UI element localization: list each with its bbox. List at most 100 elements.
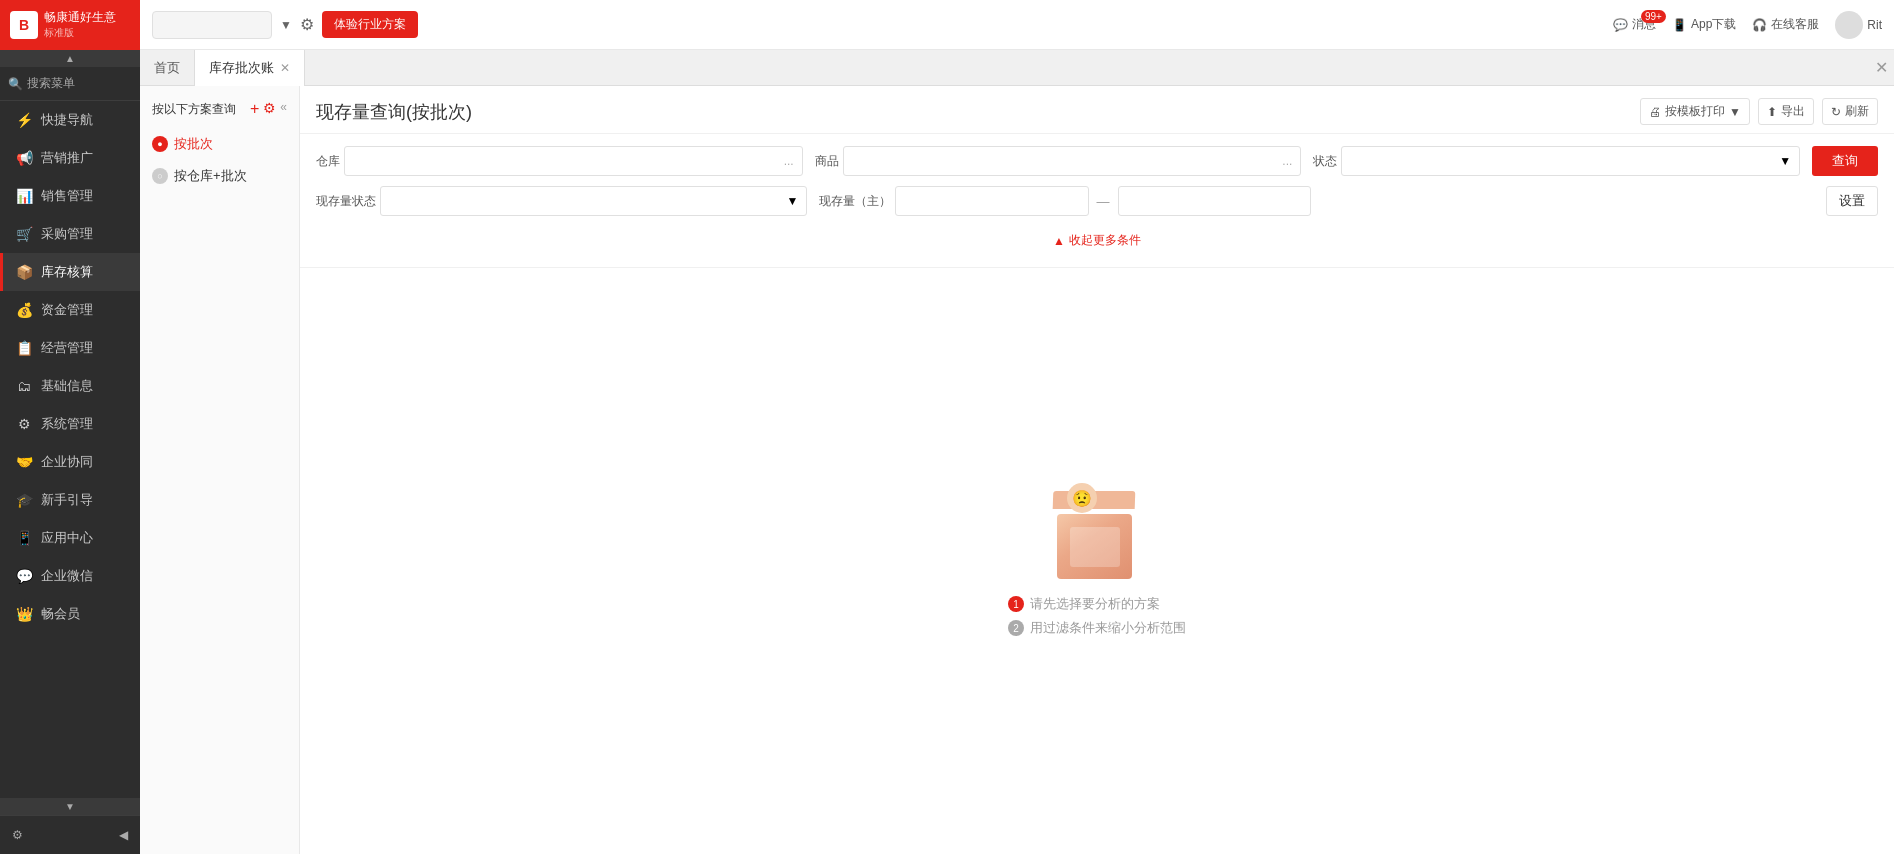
hint-text-2: 用过滤条件来缩小分析范围 xyxy=(1030,619,1186,637)
system-icon: ⚙ xyxy=(15,415,33,433)
sidebar-item-members[interactable]: 👑 畅会员 xyxy=(0,595,140,633)
inventory-status-arrow-icon: ▼ xyxy=(786,194,798,208)
sidebar-item-label: 快捷导航 xyxy=(41,111,93,129)
sidebar-item-guide[interactable]: 🎓 新手引导 xyxy=(0,481,140,519)
export-icon: ⬆ xyxy=(1767,105,1777,119)
tab-close-icon[interactable]: ✕ xyxy=(280,61,290,75)
members-icon: 👑 xyxy=(15,605,33,623)
sidebar-item-apps[interactable]: 📱 应用中心 xyxy=(0,519,140,557)
scheme-by-warehouse-batch[interactable]: ○ 按仓库+批次 xyxy=(140,160,299,192)
status-arrow-icon: ▼ xyxy=(1779,154,1791,168)
filter-status: 状态 ▼ xyxy=(1313,146,1800,176)
topbar-settings-icon[interactable]: ⚙ xyxy=(300,15,314,34)
sidebar-item-label: 营销推广 xyxy=(41,149,93,167)
enterprise-icon: 🤝 xyxy=(15,453,33,471)
hint-text-1: 请先选择要分析的方案 xyxy=(1030,595,1160,613)
sidebar-header: B 畅康通好生意 标准版 xyxy=(0,0,140,50)
messages-item[interactable]: 💬 消息 99+ xyxy=(1613,16,1656,33)
marketing-icon: 📢 xyxy=(15,149,33,167)
app-download-item[interactable]: 📱 App下载 xyxy=(1672,16,1736,33)
sidebar-item-label: 畅会员 xyxy=(41,605,80,623)
filter-row-2: 现存量状态 ▼ 现存量（主） — 设置 xyxy=(316,186,1878,216)
settings-btn[interactable]: 设置 xyxy=(1826,186,1878,216)
inventory-qty-max-input[interactable] xyxy=(1118,186,1311,216)
query-btn[interactable]: 查询 xyxy=(1812,146,1878,176)
sidebar-collapse-btn[interactable]: ◀ xyxy=(115,824,132,846)
qty-dash: — xyxy=(1097,194,1110,209)
inventory-qty-min-input[interactable] xyxy=(895,186,1088,216)
sidebar-item-shortcut[interactable]: ⚡ 快捷导航 xyxy=(0,101,140,139)
sidebar-item-label: 企业协同 xyxy=(41,453,93,471)
warehouse-dots-icon: ... xyxy=(784,154,794,168)
sidebar-item-label: 库存核算 xyxy=(41,263,93,281)
finance-icon: 💰 xyxy=(15,301,33,319)
business-icon: 📋 xyxy=(15,339,33,357)
right-panel: 现存量查询(按批次) 🖨 按模板打印 ▼ ⬆ 导出 ↻ 刷新 xyxy=(300,86,1894,854)
sales-icon: 📊 xyxy=(15,187,33,205)
collapse-conditions-label: 收起更多条件 xyxy=(1069,232,1141,249)
sidebar-search[interactable]: 🔍 搜索菜单 xyxy=(0,67,140,101)
scheme-by-warehouse-batch-label: 按仓库+批次 xyxy=(174,167,247,185)
status-select[interactable]: ▼ xyxy=(1341,146,1800,176)
sidebar-item-marketing[interactable]: 📢 营销推广 xyxy=(0,139,140,177)
export-label: 导出 xyxy=(1781,103,1805,120)
tab-inventory-batch[interactable]: 库存批次账 ✕ xyxy=(195,50,305,86)
scheme-actions: + ⚙ « xyxy=(250,100,287,118)
try-industry-btn[interactable]: 体验行业方案 xyxy=(322,11,418,38)
topbar-dropdown-icon[interactable]: ▼ xyxy=(280,18,292,32)
refresh-btn[interactable]: ↻ 刷新 xyxy=(1822,98,1878,125)
scheme-by-batch[interactable]: ● 按批次 xyxy=(140,128,299,160)
hint-num-2: 2 xyxy=(1008,620,1024,636)
sidebar-item-label: 资金管理 xyxy=(41,301,93,319)
sidebar-item-enterprise[interactable]: 🤝 企业协同 xyxy=(0,443,140,481)
page-actions: 🖨 按模板打印 ▼ ⬆ 导出 ↻ 刷新 xyxy=(1640,98,1878,125)
sidebar-item-system[interactable]: ⚙ 系统管理 xyxy=(0,405,140,443)
collapse-panel-btn[interactable]: « xyxy=(280,100,287,118)
warehouse-input[interactable]: ... xyxy=(344,146,803,176)
tab-home[interactable]: 首页 xyxy=(140,50,195,86)
warehouse-label: 仓库 xyxy=(316,153,340,170)
service-icon: 🎧 xyxy=(1752,18,1767,32)
add-scheme-btn[interactable]: + xyxy=(250,100,259,118)
sidebar-item-label: 系统管理 xyxy=(41,415,93,433)
sidebar-scroll-down[interactable]: ▼ xyxy=(0,798,140,815)
empty-state: 😟 1 请先选择要分析的方案 2 用过滤条件来缩小分析范围 xyxy=(300,268,1894,854)
scheme-inactive-icon: ○ xyxy=(152,168,168,184)
sidebar-footer: ⚙ ◀ xyxy=(0,815,140,854)
user-avatar-item[interactable]: Rit xyxy=(1835,11,1882,39)
export-btn[interactable]: ⬆ 导出 xyxy=(1758,98,1814,125)
sidebar-item-wechat[interactable]: 💬 企业微信 xyxy=(0,557,140,595)
tabs-bar: 首页 库存批次账 ✕ ✕ xyxy=(140,50,1894,86)
sidebar-item-label: 基础信息 xyxy=(41,377,93,395)
sidebar-item-basic[interactable]: 🗂 基础信息 xyxy=(0,367,140,405)
sidebar-scroll-up[interactable]: ▲ xyxy=(0,50,140,67)
print-dropdown-icon: ▼ xyxy=(1729,105,1741,119)
sidebar-item-business[interactable]: 📋 经营管理 xyxy=(0,329,140,367)
sidebar-item-purchase[interactable]: 🛒 采购管理 xyxy=(0,215,140,253)
product-input[interactable]: ... xyxy=(843,146,1302,176)
empty-box-body xyxy=(1057,514,1132,579)
filter-inventory-qty: 现存量（主） — xyxy=(819,186,1310,216)
purchase-icon: 🛒 xyxy=(15,225,33,243)
topbar-search-input[interactable] xyxy=(152,11,272,39)
online-service-label: 在线客服 xyxy=(1771,16,1819,33)
sidebar-settings-btn[interactable]: ⚙ xyxy=(8,824,27,846)
apps-icon: 📱 xyxy=(15,529,33,547)
sidebar-item-finance[interactable]: 💰 资金管理 xyxy=(0,291,140,329)
panel-close-btn[interactable]: ✕ xyxy=(1869,56,1894,79)
sidebar-item-sales[interactable]: 📊 销售管理 xyxy=(0,177,140,215)
inventory-qty-label: 现存量（主） xyxy=(819,193,891,210)
filter-product: 商品 ... xyxy=(815,146,1302,176)
print-template-btn[interactable]: 🖨 按模板打印 ▼ xyxy=(1640,98,1750,125)
shortcut-icon: ⚡ xyxy=(15,111,33,129)
collapse-conditions-btn[interactable]: ▲ 收起更多条件 xyxy=(316,226,1878,255)
collapse-icon: ◀ xyxy=(119,828,128,842)
online-service-item[interactable]: 🎧 在线客服 xyxy=(1752,16,1819,33)
inventory-status-select[interactable]: ▼ xyxy=(380,186,807,216)
content-area: 按以下方案查询 + ⚙ « ● 按批次 ○ 按仓库+批次 现存量查询(按批次) xyxy=(140,86,1894,854)
app-logo: B xyxy=(10,11,38,39)
refresh-icon: ↻ xyxy=(1831,105,1841,119)
sidebar-nav: ⚡ 快捷导航 📢 营销推广 📊 销售管理 🛒 采购管理 📦 库存核算 💰 资金管… xyxy=(0,101,140,798)
sidebar-item-inventory[interactable]: 📦 库存核算 xyxy=(0,253,140,291)
scheme-settings-btn[interactable]: ⚙ xyxy=(263,100,276,118)
